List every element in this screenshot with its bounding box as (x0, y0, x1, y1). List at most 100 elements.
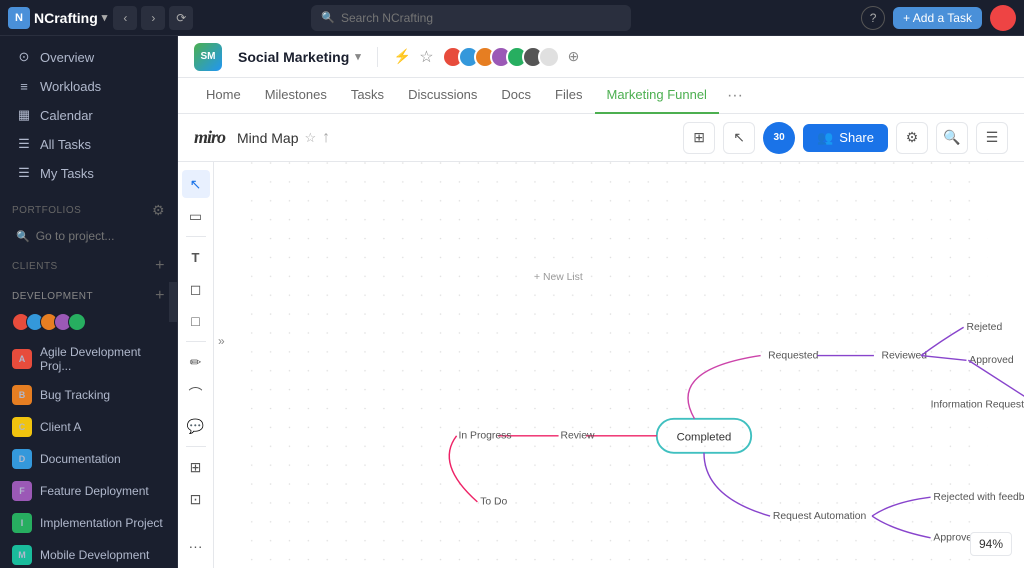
tab-docs[interactable]: Docs (489, 78, 543, 114)
sidebar-nav: ⊙ Overview ≡ Workloads ▦ Calendar ☰ All … (0, 36, 177, 194)
member-avatars (442, 46, 560, 68)
tab-tasks[interactable]: Tasks (339, 78, 396, 114)
development-add-icon[interactable]: + (155, 287, 165, 305)
miro-logo: miro (194, 127, 225, 148)
app-title: NCrafting (34, 10, 98, 26)
center-node-label: Completed (677, 432, 732, 444)
project-bug-tracking[interactable]: B Bug Tracking (0, 380, 177, 410)
add-member-icon[interactable]: ⊕ (568, 48, 580, 65)
project-logo: SM (194, 43, 222, 71)
select-tool[interactable]: ↖ (182, 170, 210, 198)
share-button[interactable]: 👥 Share (803, 124, 888, 152)
filter-button[interactable]: ⊞ (683, 122, 715, 154)
forward-button[interactable]: › (141, 6, 165, 30)
tab-discussions[interactable]: Discussions (396, 78, 489, 114)
timer-badge: 30 (763, 122, 795, 154)
board-right: ⊞ ↖ 30 👥 Share ⚙ 🔍 ☰ (683, 122, 1008, 154)
mind-map-canvas[interactable]: + New List Completed Requested Reviewed … (214, 162, 1024, 568)
development-section: DEVELOPMENT + (0, 279, 177, 309)
tab-files[interactable]: Files (543, 78, 594, 114)
development-label: DEVELOPMENT (12, 291, 93, 302)
project-feature-deployment-icon: F (12, 481, 32, 501)
project-title-chevron[interactable]: ▾ (355, 50, 361, 63)
pen-tool[interactable]: ✏ (182, 348, 210, 376)
sidebar-collapse-button[interactable]: › (169, 282, 178, 322)
sidebar-item-calendar[interactable]: ▦ Calendar (4, 101, 173, 129)
search-bar[interactable]: 🔍 (311, 5, 631, 31)
user-avatar[interactable] (990, 5, 1016, 31)
workloads-icon: ≡ (16, 78, 32, 94)
settings-button[interactable]: ⚙ (896, 122, 928, 154)
toolbar-divider-2 (186, 341, 206, 342)
comment-tool[interactable]: 💬 (182, 412, 210, 440)
todo-label: To Do (480, 497, 507, 508)
canvas-expand-arrows[interactable]: » (214, 334, 229, 348)
zoom-badge: 94% (970, 532, 1012, 556)
cursor-button[interactable]: ↖ (723, 122, 755, 154)
tab-milestones[interactable]: Milestones (253, 78, 339, 114)
board-star-icon[interactable]: ☆ (304, 130, 316, 146)
notes-button[interactable]: ☰ (976, 122, 1008, 154)
project-mobile-dev[interactable]: M Mobile Development (0, 540, 177, 568)
request-automation-label: Request Automation (773, 511, 867, 522)
search-board-button[interactable]: 🔍 (936, 122, 968, 154)
sidebar-item-overview[interactable]: ⊙ Overview (4, 43, 173, 71)
search-icon: 🔍 (321, 11, 335, 24)
rejected1-label: Rejeted (966, 322, 1002, 333)
embed-tool[interactable]: ⊡ (182, 485, 210, 513)
text-tool[interactable]: T (182, 243, 210, 271)
toolbar-divider-1 (186, 236, 206, 237)
mind-map-svg: + New List Completed Requested Reviewed … (214, 162, 1024, 568)
tabs-more-button[interactable]: ··· (727, 87, 743, 105)
more-tools-button[interactable]: ··· (182, 532, 210, 560)
app-name: N NCrafting ▾ (8, 7, 107, 29)
project-documentation[interactable]: D Documentation (0, 444, 177, 474)
project-implementation[interactable]: I Implementation Project (0, 508, 177, 538)
lightning-icon[interactable]: ⚡ (394, 48, 411, 65)
history-button[interactable]: ⟳ (169, 6, 193, 30)
sidebar-item-all-tasks[interactable]: ☰ All Tasks (4, 130, 173, 158)
project-actions: ⚡ ☆ ⊕ (394, 46, 580, 68)
shape-tool[interactable]: □ (182, 307, 210, 335)
clients-add-icon[interactable]: + (155, 257, 165, 275)
my-tasks-icon: ☰ (16, 165, 32, 181)
in-progress-label: In Progress (458, 431, 511, 442)
info-req-label: Information Requested (931, 399, 1024, 410)
sidebar-item-workloads[interactable]: ≡ Workloads (4, 72, 173, 100)
top-bar-right: ? + Add a Task (861, 5, 1016, 31)
member-count (538, 46, 560, 68)
project-feature-deployment[interactable]: F Feature Deployment (0, 476, 177, 506)
search-input[interactable] (341, 11, 621, 25)
project-implementation-label: Implementation Project (40, 516, 163, 530)
project-agile-icon: A (12, 349, 32, 369)
clients-section: CLIENTS + (0, 249, 177, 279)
tab-marketing-funnel[interactable]: Marketing Funnel (595, 78, 719, 114)
board-area: miro Mind Map ☆ ↑ ⊞ ↖ 30 👥 Share (178, 114, 1024, 568)
project-documentation-label: Documentation (40, 452, 121, 466)
project-client-a-label: Client A (40, 420, 81, 434)
project-agile[interactable]: A Agile Development Proj... (0, 340, 177, 378)
portfolios-settings-icon[interactable]: ⚙ (152, 202, 165, 219)
add-task-button[interactable]: + Add a Task (893, 7, 982, 29)
sidebar-item-my-tasks[interactable]: ☰ My Tasks (4, 159, 173, 187)
calendar-icon: ▦ (16, 107, 32, 123)
project-agile-label: Agile Development Proj... (40, 345, 165, 373)
back-button[interactable]: ‹ (113, 6, 137, 30)
tab-home[interactable]: Home (194, 78, 253, 114)
project-tabs: Home Milestones Tasks Discussions Docs F… (178, 78, 1024, 114)
dev-avatar-5 (68, 313, 86, 331)
clients-label: CLIENTS (12, 261, 58, 272)
help-button[interactable]: ? (861, 6, 885, 30)
project-client-a[interactable]: C Client A (0, 412, 177, 442)
table-tool[interactable]: ⊞ (182, 453, 210, 481)
sticky-tool[interactable]: ◻ (182, 275, 210, 303)
app-chevron[interactable]: ▾ (102, 11, 108, 24)
project-mobile-dev-icon: M (12, 545, 32, 565)
portfolios-section: PORTFOLIOS ⚙ (0, 194, 177, 223)
toolbar-divider-3 (186, 446, 206, 447)
export-icon[interactable]: ↑ (322, 129, 330, 147)
connection-tool[interactable]: ⌒ (182, 380, 210, 408)
star-action-icon[interactable]: ☆ (419, 47, 433, 67)
frame-tool[interactable]: ▭ (182, 202, 210, 230)
project-search-input[interactable] (36, 229, 178, 243)
